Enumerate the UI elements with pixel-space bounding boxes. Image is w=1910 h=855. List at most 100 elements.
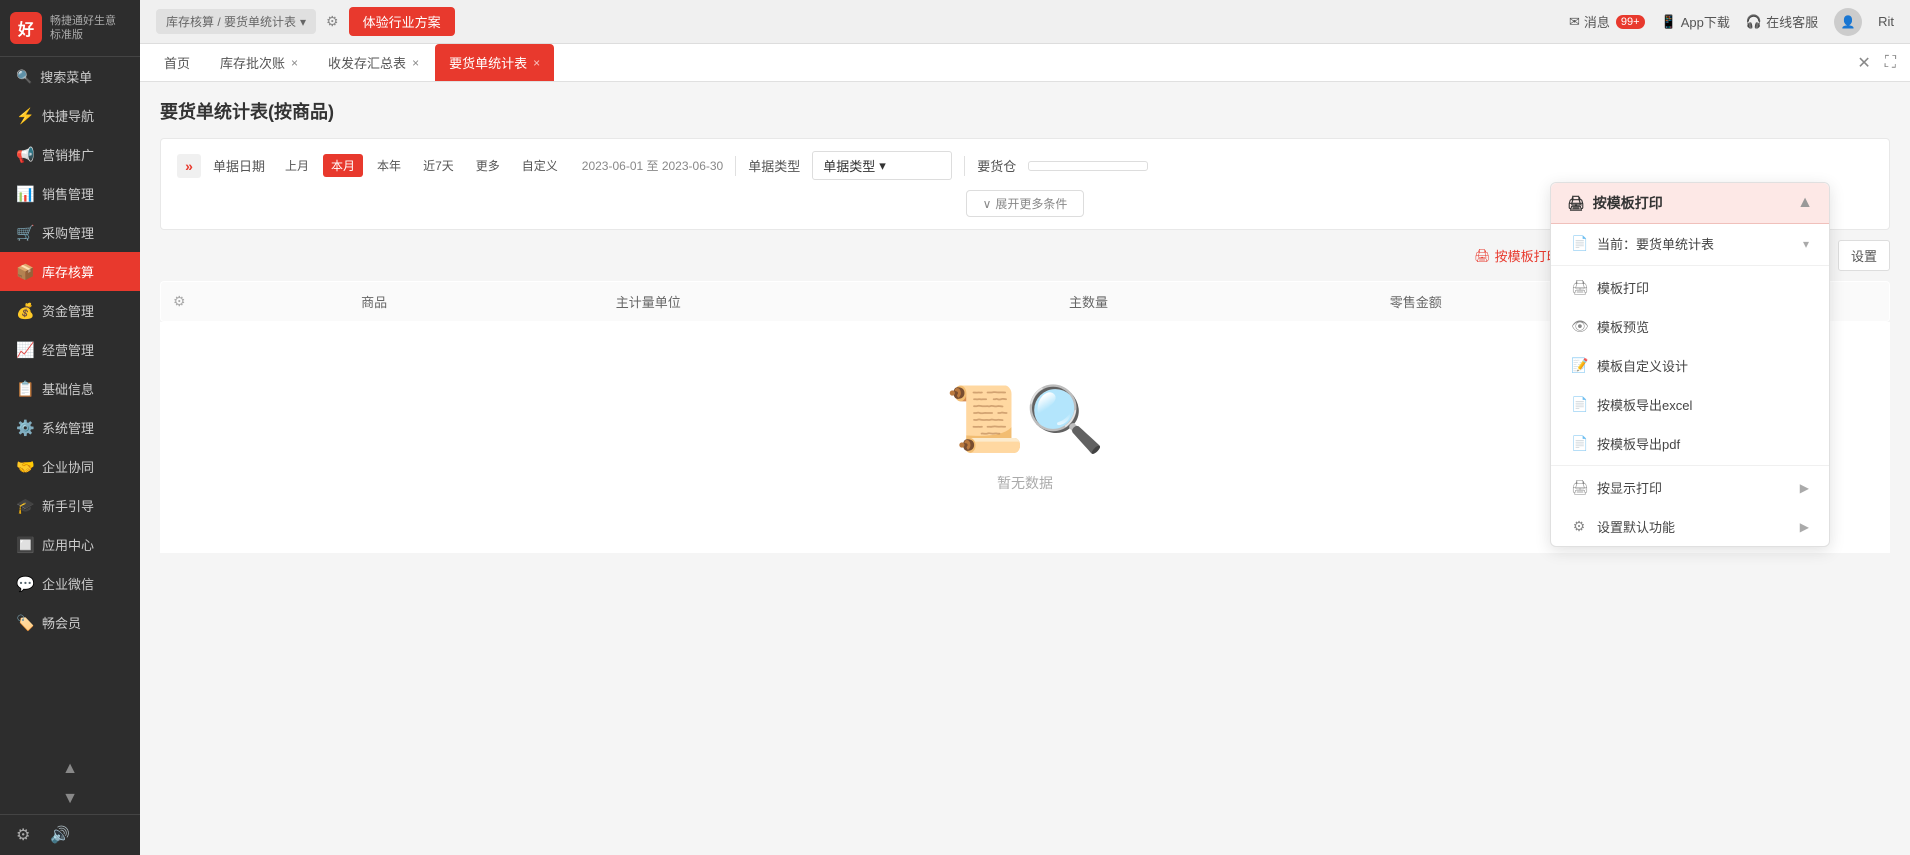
headset-icon: 🎧 bbox=[1746, 14, 1762, 30]
member-icon: 🏷️ bbox=[16, 614, 34, 632]
close-all-tabs-button[interactable]: ✕ bbox=[1853, 49, 1874, 77]
default-func-icon: ⚙ bbox=[1571, 518, 1587, 535]
sidebar-item-operations[interactable]: 📈 经营管理 bbox=[0, 330, 140, 369]
page-title: 要货单统计表(按商品) bbox=[160, 98, 1890, 124]
export-pdf-icon: 📄 bbox=[1571, 435, 1587, 452]
operations-icon: 📈 bbox=[16, 341, 34, 359]
date-btn-7days[interactable]: 近7天 bbox=[415, 154, 462, 177]
template-print-item-icon: 🖨 bbox=[1571, 279, 1587, 296]
date-btn-more[interactable]: 更多 bbox=[468, 154, 508, 177]
dropdown-close-button[interactable]: ▲ bbox=[1797, 194, 1813, 212]
dropdown-item-template-preview[interactable]: 👁 模板预览 bbox=[1551, 307, 1829, 346]
close-tab-receivables[interactable]: × bbox=[412, 56, 419, 70]
sidebar-item-quick-nav[interactable]: ⚡ 快捷导航 bbox=[0, 96, 140, 135]
search-menu[interactable]: 🔍 搜索菜单 bbox=[0, 57, 140, 96]
sidebar-nav: ⚡ 快捷导航 📢 营销推广 📊 销售管理 🛒 采购管理 📦 库存核算 💰 资金管… bbox=[0, 96, 140, 754]
top-header: 库存核算 / 要货单统计表 ▾ ⚙ 体验行业方案 ✉ 消息 99+ 📱 App下… bbox=[140, 0, 1910, 44]
date-range: 2023-06-01 至 2023-06-30 bbox=[582, 157, 723, 174]
empty-text: 暂无数据 bbox=[997, 473, 1053, 493]
search-icon: 🔍 bbox=[16, 69, 32, 85]
display-print-chevron-icon: ▶ bbox=[1800, 481, 1809, 495]
close-tab-order-stats[interactable]: × bbox=[533, 56, 540, 70]
sidebar-item-purchase[interactable]: 🛒 采购管理 bbox=[0, 213, 140, 252]
col-unit: 主计量单位 bbox=[604, 282, 1057, 322]
settings-button[interactable]: 设置 bbox=[1838, 240, 1890, 271]
col-goods: 商品 bbox=[349, 282, 604, 322]
system-icon: ⚙️ bbox=[16, 419, 34, 437]
sidebar-scroll-up[interactable]: ▲ bbox=[0, 754, 140, 784]
sidebar-item-finance[interactable]: 💰 资金管理 bbox=[0, 291, 140, 330]
current-chevron-icon: ▾ bbox=[1803, 237, 1809, 251]
cooperation-icon: 🤝 bbox=[16, 458, 34, 476]
date-btn-custom[interactable]: 自定义 bbox=[514, 154, 566, 177]
tab-order-stats[interactable]: 要货单统计表 × bbox=[435, 44, 554, 81]
guide-icon: 🎓 bbox=[16, 497, 34, 515]
dropdown-item-template-print[interactable]: 🖨 模板打印 bbox=[1551, 268, 1829, 307]
header-right: ✉ 消息 99+ 📱 App下载 🎧 在线客服 👤 Rit bbox=[1569, 8, 1894, 36]
header-settings-icon[interactable]: ⚙ bbox=[326, 13, 339, 30]
dropdown-item-export-pdf[interactable]: 📄 按模板导出pdf bbox=[1551, 424, 1829, 463]
settings-icon[interactable]: ⚙ bbox=[16, 825, 30, 845]
filter-divider-2 bbox=[964, 156, 965, 176]
cargo-label: 要货仓 bbox=[977, 156, 1016, 175]
sidebar-item-cooperation[interactable]: 🤝 企业协同 bbox=[0, 447, 140, 486]
marketing-icon: 📢 bbox=[16, 146, 34, 164]
dropdown-title: 🖨 按模板打印 bbox=[1567, 193, 1663, 213]
sales-icon: 📊 bbox=[16, 185, 34, 203]
date-btn-this-year[interactable]: 本年 bbox=[369, 154, 409, 177]
tab-home[interactable]: 首页 bbox=[150, 44, 204, 81]
dropdown-item-export-excel[interactable]: 📄 按模板导出excel bbox=[1551, 385, 1829, 424]
inventory-icon: 📦 bbox=[16, 263, 34, 281]
dropdown-display-print[interactable]: 🖨 按显示打印 ▶ bbox=[1551, 468, 1829, 507]
dropdown-default-func[interactable]: ⚙ 设置默认功能 ▶ bbox=[1551, 507, 1829, 546]
sidebar-item-wechat[interactable]: 💬 企业微信 bbox=[0, 564, 140, 603]
export-excel-icon: 📄 bbox=[1571, 396, 1587, 413]
sidebar-item-marketing[interactable]: 📢 营销推广 bbox=[0, 135, 140, 174]
sidebar-logo: 好 畅捷通好生意 标准版 bbox=[0, 0, 140, 57]
type-select[interactable]: 单据类型 ▾ bbox=[812, 151, 952, 180]
printer-icon: 🖨 bbox=[1474, 248, 1491, 264]
quick-nav-icon: ⚡ bbox=[16, 107, 34, 125]
trial-button[interactable]: 体验行业方案 bbox=[349, 7, 455, 36]
wechat-icon: 💬 bbox=[16, 575, 34, 593]
sidebar-scroll-down[interactable]: ▼ bbox=[0, 784, 140, 814]
sidebar-item-basic[interactable]: 📋 基础信息 bbox=[0, 369, 140, 408]
dropdown-title-icon: 🖨 bbox=[1567, 195, 1585, 212]
maximize-tab-button[interactable]: ⛶ bbox=[1881, 50, 1900, 76]
date-btn-this-month[interactable]: 本月 bbox=[323, 154, 363, 177]
messages-button[interactable]: ✉ 消息 99+ bbox=[1569, 12, 1645, 31]
download-icon: 📱 bbox=[1661, 14, 1677, 30]
current-template-icon: 📄 bbox=[1571, 235, 1587, 252]
filter-divider-1 bbox=[735, 156, 736, 176]
close-tab-inventory-batch[interactable]: × bbox=[291, 56, 298, 70]
date-group: 上月 本月 本年 近7天 更多 自定义 bbox=[277, 154, 566, 177]
tab-inventory-batch[interactable]: 库存批次账 × bbox=[206, 44, 312, 81]
sidebar: 好 畅捷通好生意 标准版 🔍 搜索菜单 ⚡ 快捷导航 📢 营销推广 📊 销售管理… bbox=[0, 0, 140, 855]
volume-icon[interactable]: 🔊 bbox=[50, 825, 70, 845]
filter-toggle-button[interactable]: » bbox=[177, 154, 201, 178]
display-print-icon: 🖨 bbox=[1571, 479, 1587, 496]
sidebar-item-member[interactable]: 🏷️ 畅会员 bbox=[0, 603, 140, 642]
app-download-button[interactable]: 📱 App下载 bbox=[1661, 12, 1730, 31]
avatar[interactable]: 👤 bbox=[1834, 8, 1862, 36]
col-settings[interactable]: ⚙ bbox=[161, 282, 350, 322]
apps-icon: 🔲 bbox=[16, 536, 34, 554]
template-print-dropdown: 🖨 按模板打印 ▲ 📄 当前：要货单统计表 ▾ 🖨 模板打印 👁 模板预览 📝 bbox=[1550, 182, 1830, 547]
sidebar-item-system[interactable]: ⚙️ 系统管理 bbox=[0, 408, 140, 447]
customer-service-button[interactable]: 🎧 在线客服 bbox=[1746, 12, 1818, 31]
expand-chevron-icon: ∨ bbox=[983, 197, 992, 211]
cargo-input[interactable] bbox=[1028, 161, 1148, 171]
type-select-chevron-icon: ▾ bbox=[879, 158, 886, 174]
dropdown-item-template-custom[interactable]: 📝 模板自定义设计 bbox=[1551, 346, 1829, 385]
basic-icon: 📋 bbox=[16, 380, 34, 398]
tab-receivables[interactable]: 收发存汇总表 × bbox=[314, 44, 433, 81]
date-label: 单据日期 bbox=[213, 156, 265, 175]
sidebar-item-inventory[interactable]: 📦 库存核算 bbox=[0, 252, 140, 291]
expand-more-button[interactable]: ∨ 展开更多条件 bbox=[966, 190, 1085, 217]
sidebar-item-sales[interactable]: 📊 销售管理 bbox=[0, 174, 140, 213]
date-btn-last-month[interactable]: 上月 bbox=[277, 154, 317, 177]
table-settings-icon[interactable]: ⚙ bbox=[173, 293, 186, 309]
sidebar-item-guide[interactable]: 🎓 新手引导 bbox=[0, 486, 140, 525]
sidebar-item-apps[interactable]: 🔲 应用中心 bbox=[0, 525, 140, 564]
dropdown-current-template[interactable]: 📄 当前：要货单统计表 ▾ bbox=[1551, 224, 1829, 263]
